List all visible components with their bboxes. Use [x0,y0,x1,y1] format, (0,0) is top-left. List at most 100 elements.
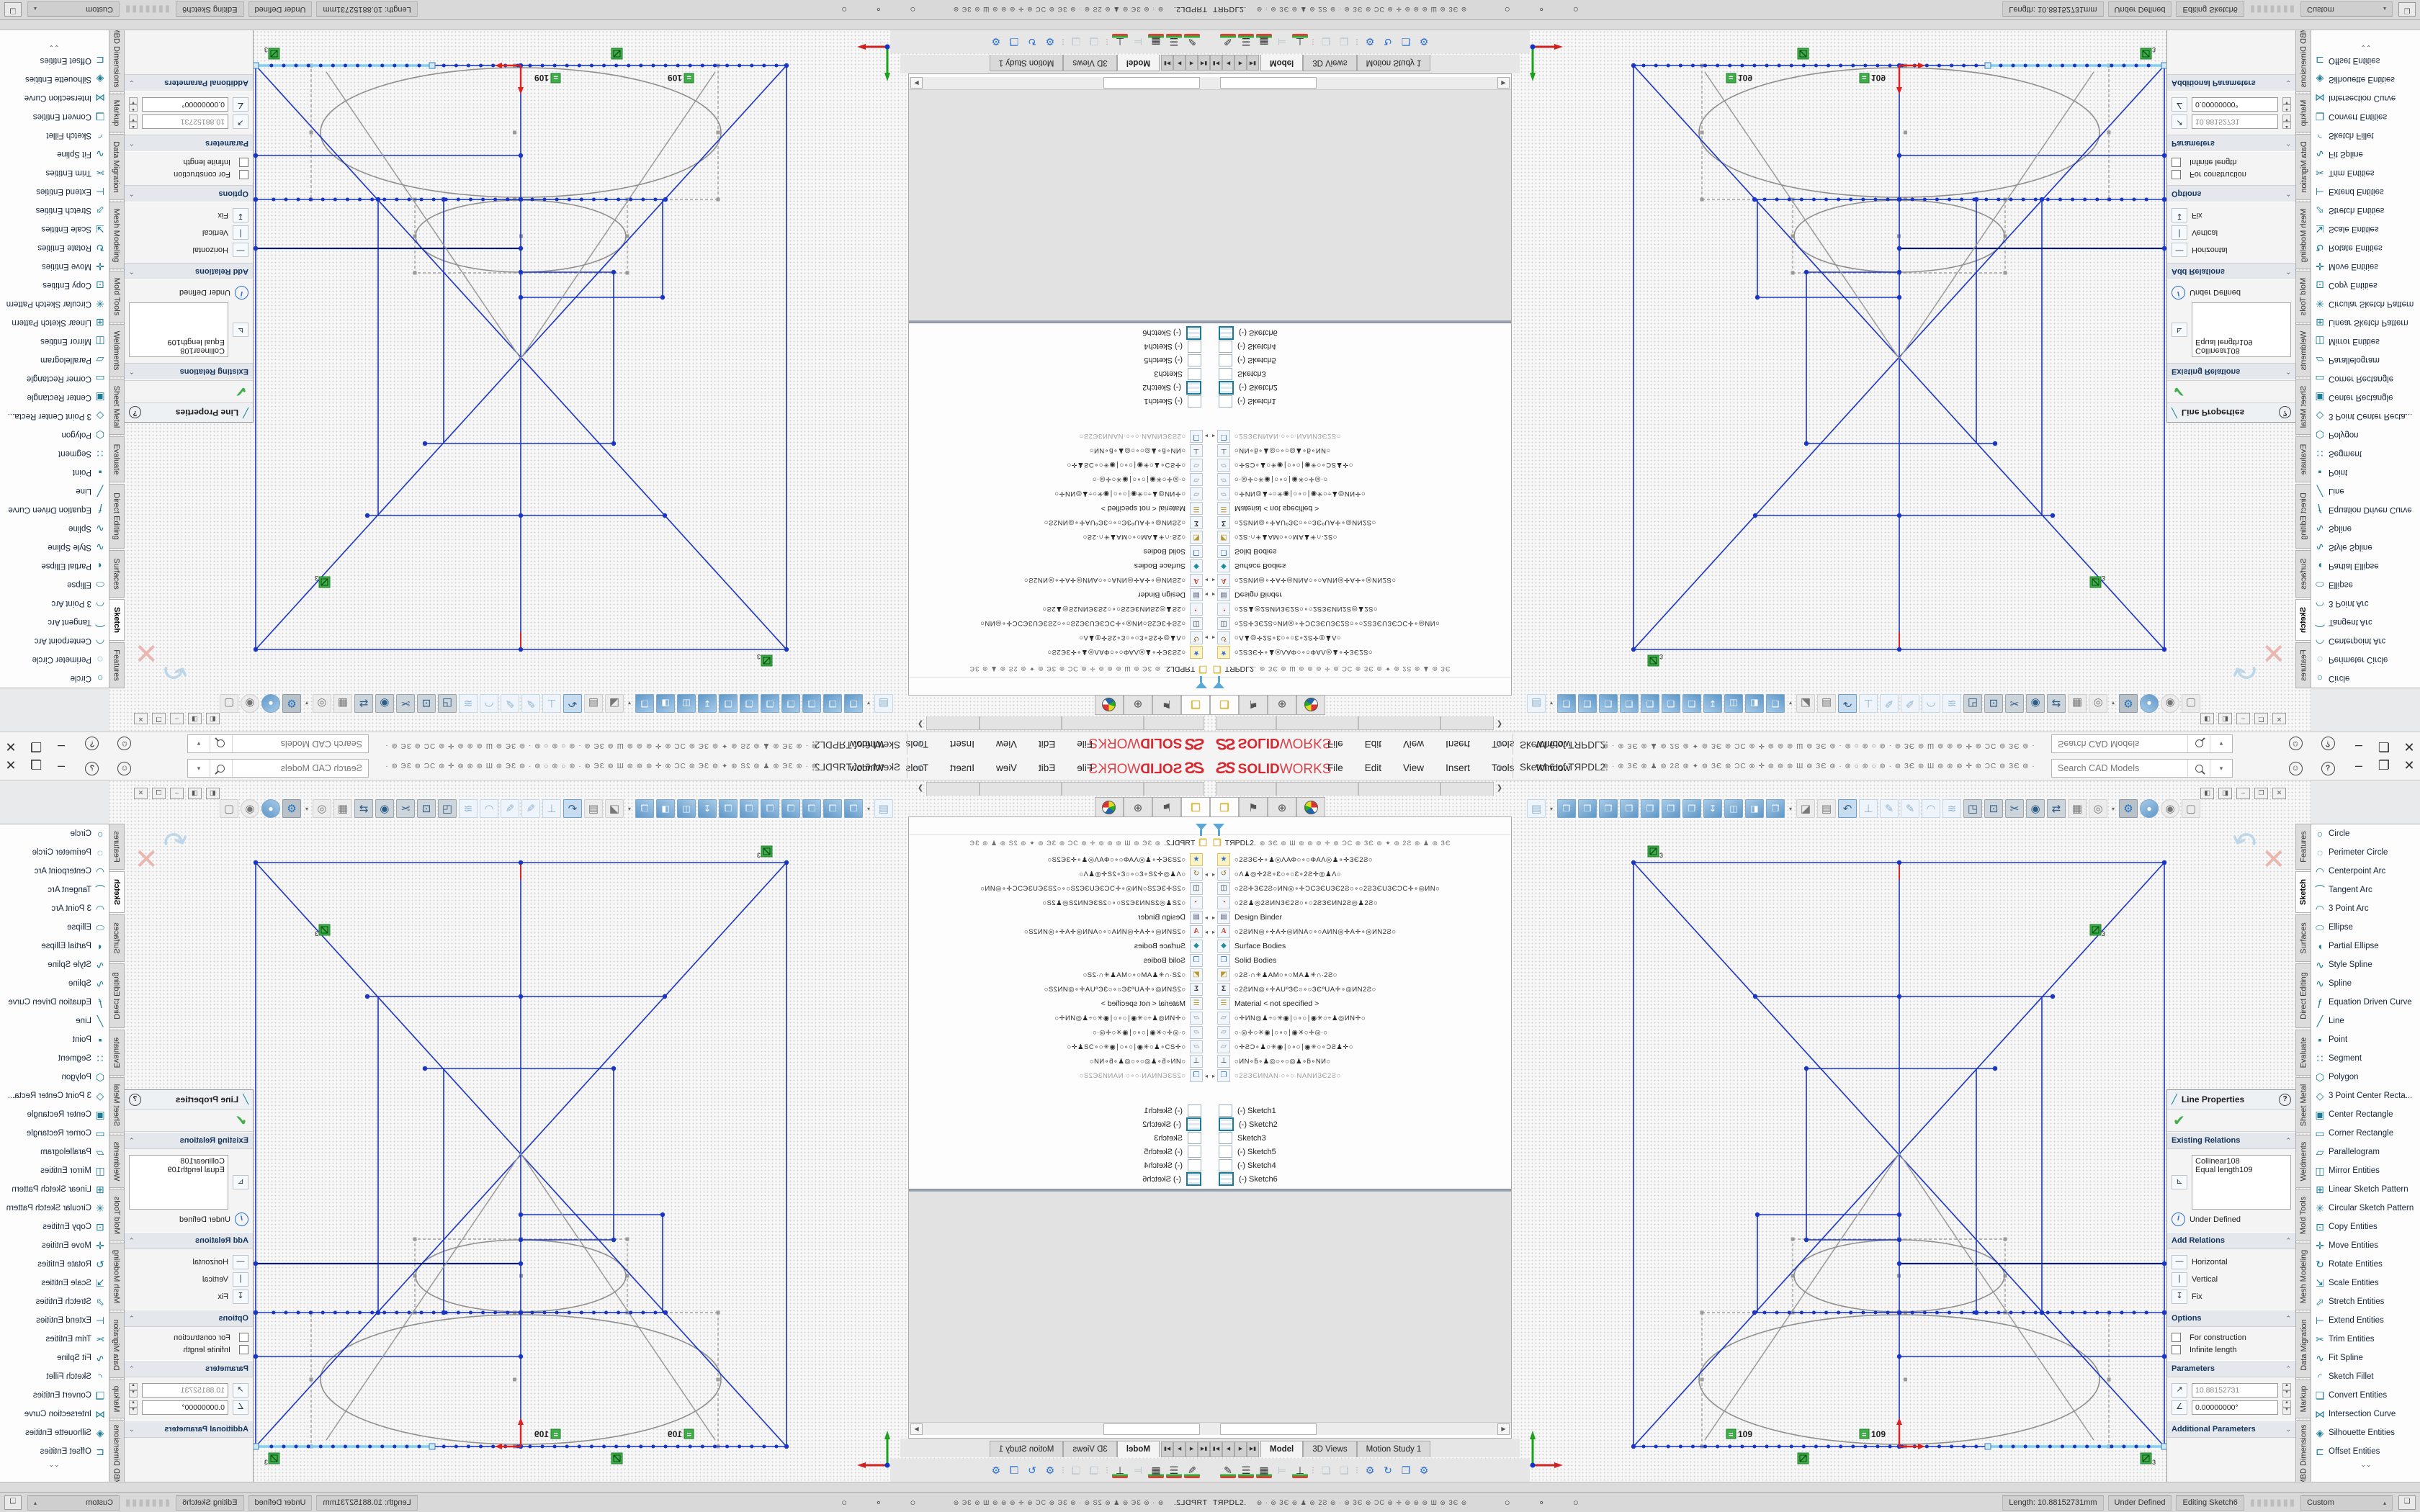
tree-row[interactable]: ⊥ ○ИΝ∘ƃ∘♟◎○∘○◎♟∘ƃ∘ΝИ○ [1210,444,1511,458]
close-button[interactable]: ✕ [0,739,22,754]
checkbox[interactable] [2172,158,2181,167]
featuremanager-tab[interactable]: ⚑ [1239,797,1268,818]
user-account-icon[interactable]: ☺ [2287,735,2304,752]
toolbar-icon[interactable]: ▢ [2182,694,2200,713]
sketch-tool-item[interactable]: ◇ 3 Point Center Recta... [2311,1086,2420,1105]
help-icon[interactable]: ? [2319,735,2336,752]
bottom-toolbar-icon[interactable]: ⚙ [1042,34,1058,50]
tree-row[interactable]: ▱ ○∙◎✛○✳◉∣○∘○∣◉✳○✛◎∙○ [1210,1025,1511,1040]
commandmanager-tab[interactable] [1276,782,1358,796]
toolbar-icon[interactable]: ◎ [313,694,331,713]
sketch-tool-item[interactable]: ◠ Centerpoint Arc [2311,631,2420,650]
toolbar-icon[interactable]: ❒ [781,694,800,713]
sketch-tool-item[interactable]: ✳ Circular Sketch Pattern [2311,294,2420,313]
sketch-tool-item[interactable]: ∿ Spline [0,519,109,538]
scrollbar-right-icon[interactable]: ▶ [1497,77,1510,89]
bottom-toolbar-icon[interactable]: ⚙ [1042,1462,1058,1478]
collapse-icon[interactable]: ⌃ [129,140,135,148]
sketch-tool-item[interactable]: ⊏ Offset Entities [2311,1442,2420,1461]
options-header[interactable]: Options ⌃ [125,1310,253,1327]
featuremanager-tab[interactable]: ❒ [1210,797,1239,818]
relation-item[interactable]: Equal length109 [133,1166,225,1174]
toolbar-icon[interactable]: ◫ [1724,694,1743,713]
close-button[interactable]: ✕ [2398,758,2420,773]
panel-help-icon[interactable]: ? [129,407,141,419]
expand-arrow-icon[interactable]: ▸ [1203,592,1210,598]
child-window-button[interactable]: ◧ [206,788,220,799]
toolbar-icon[interactable]: ❒ [1620,694,1639,713]
featuremanager-tab[interactable]: ❒ [1210,694,1239,715]
toolbar-icon[interactable]: ❒ [1682,694,1701,713]
toolbar-icon[interactable]: ▦ [2068,799,2087,818]
toolbar-icon[interactable]: ✎ [501,799,519,818]
sketch-tool-item[interactable]: ▪ Point [0,463,109,482]
bottom-toolbar-icon[interactable]: ⋮ [1104,1462,1110,1478]
menu-item[interactable]: View [987,732,1026,756]
spinner-control[interactable]: ▲▼ [2282,97,2291,112]
vertical-tab[interactable]: Sketch [2295,871,2312,913]
sketch-tool-item[interactable]: ƒ Equation Driven Curve [0,500,109,519]
tree-row[interactable]: ☰ Material < not specified > [1210,501,1511,516]
toolbar-icon[interactable]: ❒ [1662,799,1680,818]
sketch-tool-item[interactable]: ◜ Sketch Fillet [0,1367,109,1386]
commandmanager-scroll-right-icon[interactable]: ❯ [915,717,926,730]
sketch-tool-item[interactable]: ◖ Partial Ellipse [2311,557,2420,575]
bottom-toolbar-icon[interactable]: ⚙ [1362,34,1378,50]
checkbox[interactable] [239,1345,248,1354]
sketch-tool-item[interactable]: ∿ Spline [2311,519,2420,538]
restore-button[interactable]: ❐ [25,758,47,773]
commandmanager-tab[interactable] [1216,716,1276,730]
scrollbar-right-icon[interactable]: ▶ [910,77,923,89]
add-relation-item[interactable]: ❘ Vertical [129,225,248,240]
sketch-tool-item[interactable]: ∷ Segment [2311,444,2420,463]
ok-check-icon[interactable]: ✔ [2167,1110,2295,1132]
help-icon[interactable]: ? [84,760,101,777]
sketch-tool-item[interactable]: ◠ 3 Point Arc [2311,899,2420,918]
sketch-tool-item[interactable]: ▱ Parallelogram [2311,1143,2420,1161]
tree-row[interactable]: ☰ Material < not specified > [909,996,1210,1011]
sketch-row[interactable]: (-) Sketch6 [909,1172,1210,1186]
parameter-input[interactable]: 10.88152731 [2192,114,2278,129]
toolbar-icon[interactable]: ⚙ [282,799,301,818]
bottom-toolbar-icon[interactable]: ⚙ [988,1462,1004,1478]
cancel-sketch-icon[interactable]: ✕ [2262,636,2286,669]
featuremanager-tab[interactable]: ⊕ [1124,694,1152,715]
toolbar-icon[interactable]: ⇄ [2047,694,2066,713]
toolbar-icon[interactable]: ▤ [1527,694,1546,713]
search-box[interactable]: Search CAD Models ▾ [2051,759,2233,778]
expand-icon[interactable]: ⌄ [2285,1426,2291,1434]
tab-scroll-icon[interactable]: ▶▮ [1247,1441,1259,1457]
bottom-toolbar-icon[interactable]: ❏ [1336,1462,1352,1478]
toolbar-icon[interactable]: ↧ [1703,799,1722,818]
sketch-tool-item[interactable]: ✳ Circular Sketch Pattern [2311,1199,2420,1218]
sketch-tool-item[interactable]: ⊢ Extend Entities [0,182,109,201]
toolbar-icon[interactable]: ❒ [635,694,654,713]
pin-icon[interactable]: ➤ [914,738,923,751]
expand-icon[interactable]: ⌄ [129,79,135,87]
tree-row[interactable]: ☰ Material < not specified > [1210,996,1511,1011]
sketch-row[interactable]: (-) Sketch1 [1210,395,1511,408]
toolbar-icon[interactable]: ▦ [333,694,352,713]
tree-row[interactable]: ▱ ○✛ƧƆ∘♟○✳◉∣○∘○∣◉✳○∘ƆƧ♟✛○ [909,1040,1210,1054]
existing-relations-header[interactable]: Existing Relations ⌃ [2167,1132,2295,1149]
sketch-tool-item[interactable]: ◖ Partial Ellipse [0,557,109,575]
collapse-icon[interactable]: ⌃ [129,1137,135,1145]
exit-sketch-icon[interactable]: ↷ [2226,649,2262,690]
sketch-row[interactable]: (-) Sketch2 [1210,381,1511,395]
toolbar-icon[interactable]: ▤ [874,694,893,713]
toolbar-icon[interactable]: ✂ [396,694,415,713]
vertical-tab[interactable]: Evaluate [108,1030,125,1076]
sketch-tool-item[interactable]: ✛ Move Entities [2311,1236,2420,1255]
tree-row[interactable]: ▱ ○✛ƧƆ∘♟○✳◉∣○∘○∣◉✳○∘ƆƧ♟✛○ [1210,1040,1511,1054]
toolbar-icon[interactable]: ● [261,799,280,818]
checkbox[interactable] [239,158,248,167]
sketch-tool-item[interactable]: ƒ Equation Driven Curve [2311,500,2420,519]
user-account-icon[interactable]: ☺ [116,760,133,777]
sketch-tool-item[interactable]: ⌒ Tangent Arc [0,881,109,899]
vertical-tab[interactable]: Direct Editing [2295,484,2312,549]
vertical-tab[interactable]: Sheet Metal [2295,1077,2312,1133]
user-account-icon[interactable]: ☺ [116,735,133,752]
sketch-tool-item[interactable]: ▭ Corner Rectangle [2311,1124,2420,1143]
add-relation-item[interactable]: ❘ Vertical [2172,1272,2291,1287]
commandmanager-tab[interactable] [980,716,1062,730]
